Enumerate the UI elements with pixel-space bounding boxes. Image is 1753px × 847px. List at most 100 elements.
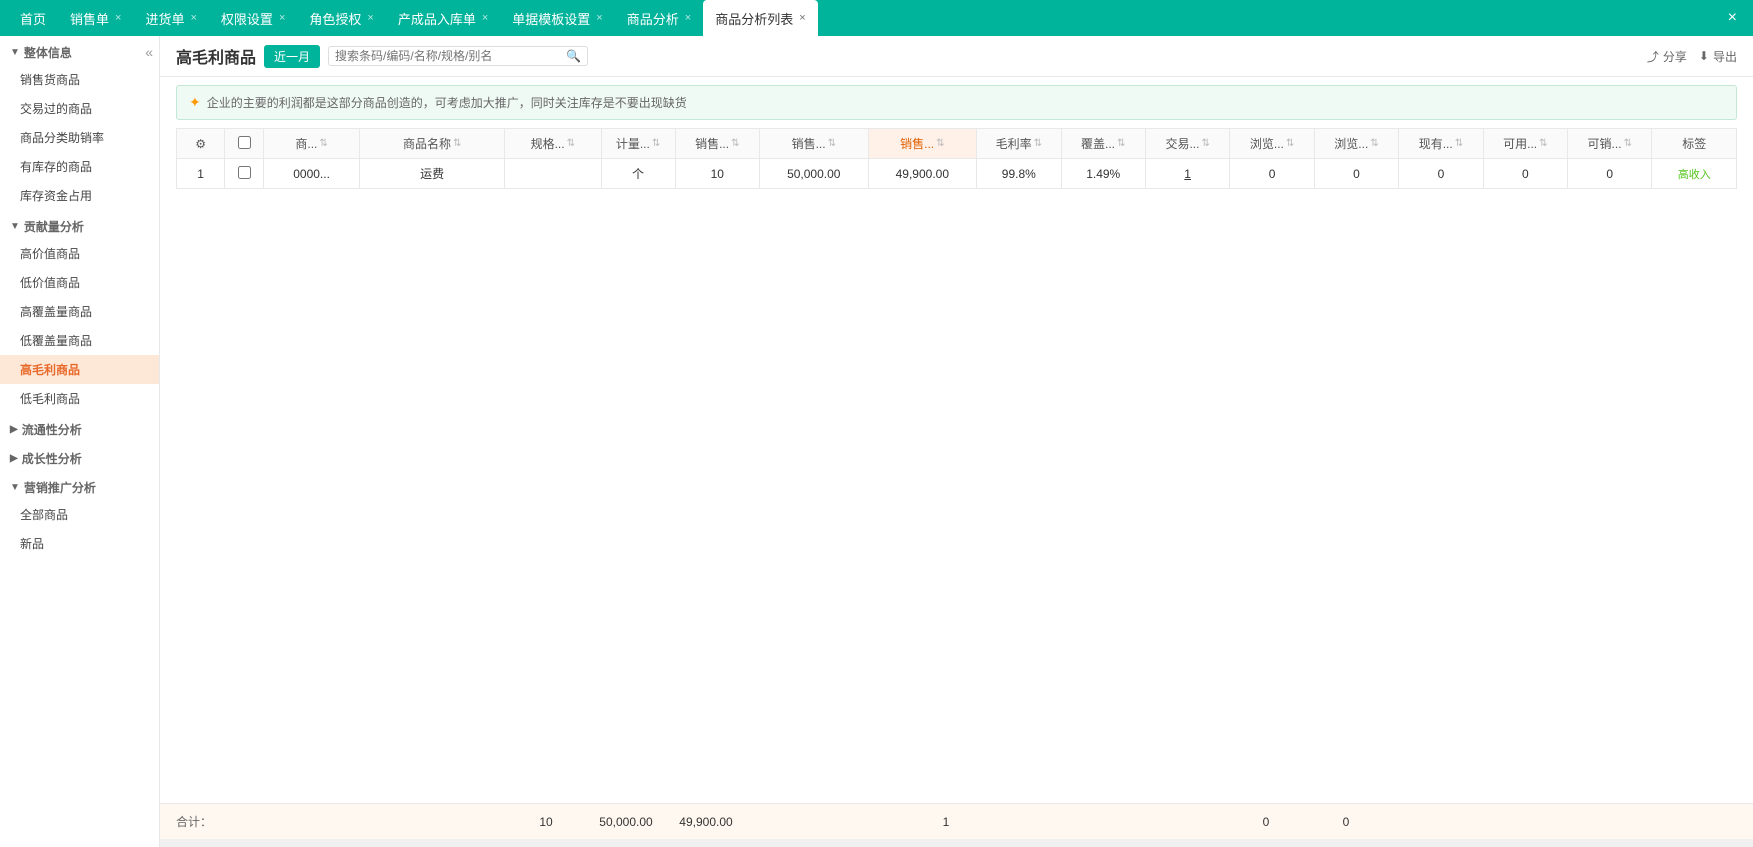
- chevron-down-icon: ▼: [10, 47, 20, 58]
- export-button[interactable]: ⬇ 导出: [1699, 48, 1737, 65]
- col-header-unit: 计量... ⇅: [601, 129, 675, 159]
- time-filter-button[interactable]: 近一月: [264, 45, 320, 68]
- col-header-check[interactable]: [225, 129, 264, 159]
- data-table-container[interactable]: ⚙ 商... ⇅ 商品名称: [176, 128, 1737, 803]
- sidebar-item-high-margin[interactable]: 高毛利商品: [0, 355, 159, 384]
- footer-browse2: [1066, 815, 1146, 829]
- sidebar-item-low-value[interactable]: 低价值商品: [0, 268, 159, 297]
- sort-icon: ⇅: [453, 138, 461, 149]
- close-icon[interactable]: ×: [685, 12, 691, 24]
- cell-name: 运费: [360, 159, 505, 189]
- cell-browse1: 0: [1230, 159, 1314, 189]
- tab-product-analysis[interactable]: 商品分析 ×: [615, 0, 703, 36]
- sort-sales-qty[interactable]: 销售... ⇅: [695, 135, 739, 152]
- sidebar-item-category-rate[interactable]: 商品分类助销率: [0, 123, 159, 152]
- tab-home[interactable]: 首页: [8, 0, 58, 36]
- tab-bill-template[interactable]: 单据模板设置 ×: [500, 0, 614, 36]
- sort-unit[interactable]: 计量... ⇅: [616, 135, 660, 152]
- sort-icon: ⇅: [1286, 138, 1294, 149]
- sidebar-item-stocked-goods[interactable]: 有库存的商品: [0, 152, 159, 181]
- main-layout: « ▼ 整体信息 销售货商品 交易过的商品 商品分类助销率 有库存的商品 库存资…: [0, 36, 1753, 847]
- col-header-sales-profit: 销售... ⇅: [868, 129, 977, 159]
- sidebar-group-contribution[interactable]: ▼ 贡献量分析: [0, 210, 159, 239]
- cell-profit-rate: 99.8%: [977, 159, 1061, 189]
- sort-spec[interactable]: 规格... ⇅: [531, 135, 575, 152]
- cell-browse2: 0: [1314, 159, 1398, 189]
- sort-sales-profit[interactable]: 销售... ⇅: [900, 135, 944, 152]
- sort-profit-rate[interactable]: 毛利率 ⇅: [996, 135, 1042, 152]
- horizontal-scrollbar[interactable]: [160, 839, 1753, 847]
- page-title: 高毛利商品: [176, 44, 256, 68]
- tab-product-analysis-list[interactable]: 商品分析列表 ×: [703, 0, 817, 36]
- search-box: 🔍: [328, 46, 588, 66]
- footer-available: 0: [1226, 815, 1306, 829]
- select-all-checkbox[interactable]: [238, 136, 251, 149]
- sidebar-item-low-margin[interactable]: 低毛利商品: [0, 384, 159, 413]
- footer-cells: 10 50,000.00 49,900.00 1 0 0: [316, 815, 1737, 829]
- col-header-num: ⚙: [177, 129, 225, 159]
- sort-browse2[interactable]: 浏览... ⇅: [1334, 135, 1378, 152]
- sidebar-item-high-coverage[interactable]: 高覆盖量商品: [0, 297, 159, 326]
- sidebar-group-liquidity[interactable]: ▶ 流通性分析: [0, 413, 159, 442]
- search-icon[interactable]: 🔍: [566, 49, 581, 63]
- sidebar-collapse-button[interactable]: «: [145, 44, 153, 60]
- sort-sellable[interactable]: 可销... ⇅: [1588, 135, 1632, 152]
- col-header-trade: 交易... ⇅: [1145, 129, 1229, 159]
- tab-product-inbound[interactable]: 产成品入库单 ×: [386, 0, 500, 36]
- footer-profit-rate: [746, 815, 826, 829]
- col-header-stock: 现有... ⇅: [1399, 129, 1483, 159]
- sidebar-item-all-goods[interactable]: 全部商品: [0, 500, 159, 529]
- sidebar-group-overall[interactable]: ▼ 整体信息: [0, 36, 159, 65]
- row-checkbox[interactable]: [238, 166, 251, 179]
- chevron-right-icon: ▶: [10, 453, 18, 464]
- sidebar-item-new-goods[interactable]: 新品: [0, 529, 159, 558]
- footer-stock: [1146, 815, 1226, 829]
- sort-coverage[interactable]: 覆盖... ⇅: [1081, 135, 1125, 152]
- cell-unit: 个: [601, 159, 675, 189]
- cell-spec: [505, 159, 601, 189]
- close-all-button[interactable]: ×: [1720, 9, 1745, 27]
- sort-icon: ⇅: [828, 138, 836, 149]
- close-icon[interactable]: ×: [190, 12, 196, 24]
- footer-spacer: [316, 815, 506, 829]
- tab-roles[interactable]: 角色授权 ×: [297, 0, 385, 36]
- sort-icon: ⇅: [1201, 138, 1209, 149]
- footer-label: 合计：: [176, 813, 316, 830]
- close-icon[interactable]: ×: [279, 12, 285, 24]
- trade-link[interactable]: 1: [1184, 167, 1191, 181]
- close-icon[interactable]: ×: [799, 12, 805, 24]
- sort-trade[interactable]: 交易... ⇅: [1165, 135, 1209, 152]
- sidebar-group-marketing[interactable]: ▼ 营销推广分析: [0, 471, 159, 500]
- sidebar-group-growth[interactable]: ▶ 成长性分析: [0, 442, 159, 471]
- close-icon[interactable]: ×: [115, 12, 121, 24]
- sidebar-item-sales-goods[interactable]: 销售货商品: [0, 65, 159, 94]
- sidebar-item-high-value[interactable]: 高价值商品: [0, 239, 159, 268]
- tab-sales[interactable]: 销售单 ×: [58, 0, 133, 36]
- info-icon: ✦: [189, 94, 201, 111]
- col-header-sales-qty: 销售... ⇅: [675, 129, 759, 159]
- sort-code[interactable]: 商... ⇅: [295, 135, 327, 152]
- cell-stock: 0: [1399, 159, 1483, 189]
- close-icon[interactable]: ×: [482, 12, 488, 24]
- sort-stock[interactable]: 现有... ⇅: [1419, 135, 1463, 152]
- sidebar-item-stock-capital[interactable]: 库存资金占用: [0, 181, 159, 210]
- close-icon[interactable]: ×: [367, 12, 373, 24]
- sidebar-item-low-coverage[interactable]: 低覆盖量商品: [0, 326, 159, 355]
- tab-purchase[interactable]: 进货单 ×: [133, 0, 208, 36]
- sort-sales-amt[interactable]: 销售... ⇅: [792, 135, 836, 152]
- share-button[interactable]: ⤴ 分享: [1647, 48, 1687, 65]
- settings-icon[interactable]: ⚙: [195, 137, 206, 151]
- sidebar-item-traded-goods[interactable]: 交易过的商品: [0, 94, 159, 123]
- sort-icon: ⇅: [1455, 138, 1463, 149]
- search-input[interactable]: [335, 49, 562, 63]
- sort-browse1[interactable]: 浏览... ⇅: [1250, 135, 1294, 152]
- sort-name[interactable]: 商品名称 ⇅: [403, 135, 461, 152]
- cell-trade[interactable]: 1: [1145, 159, 1229, 189]
- cell-available: 0: [1483, 159, 1567, 189]
- col-header-sellable: 可销... ⇅: [1568, 129, 1652, 159]
- cell-check[interactable]: [225, 159, 264, 189]
- close-icon[interactable]: ×: [596, 12, 602, 24]
- tab-permissions[interactable]: 权限设置 ×: [209, 0, 297, 36]
- sort-available[interactable]: 可用... ⇅: [1503, 135, 1547, 152]
- sort-icon: ⇅: [1370, 138, 1378, 149]
